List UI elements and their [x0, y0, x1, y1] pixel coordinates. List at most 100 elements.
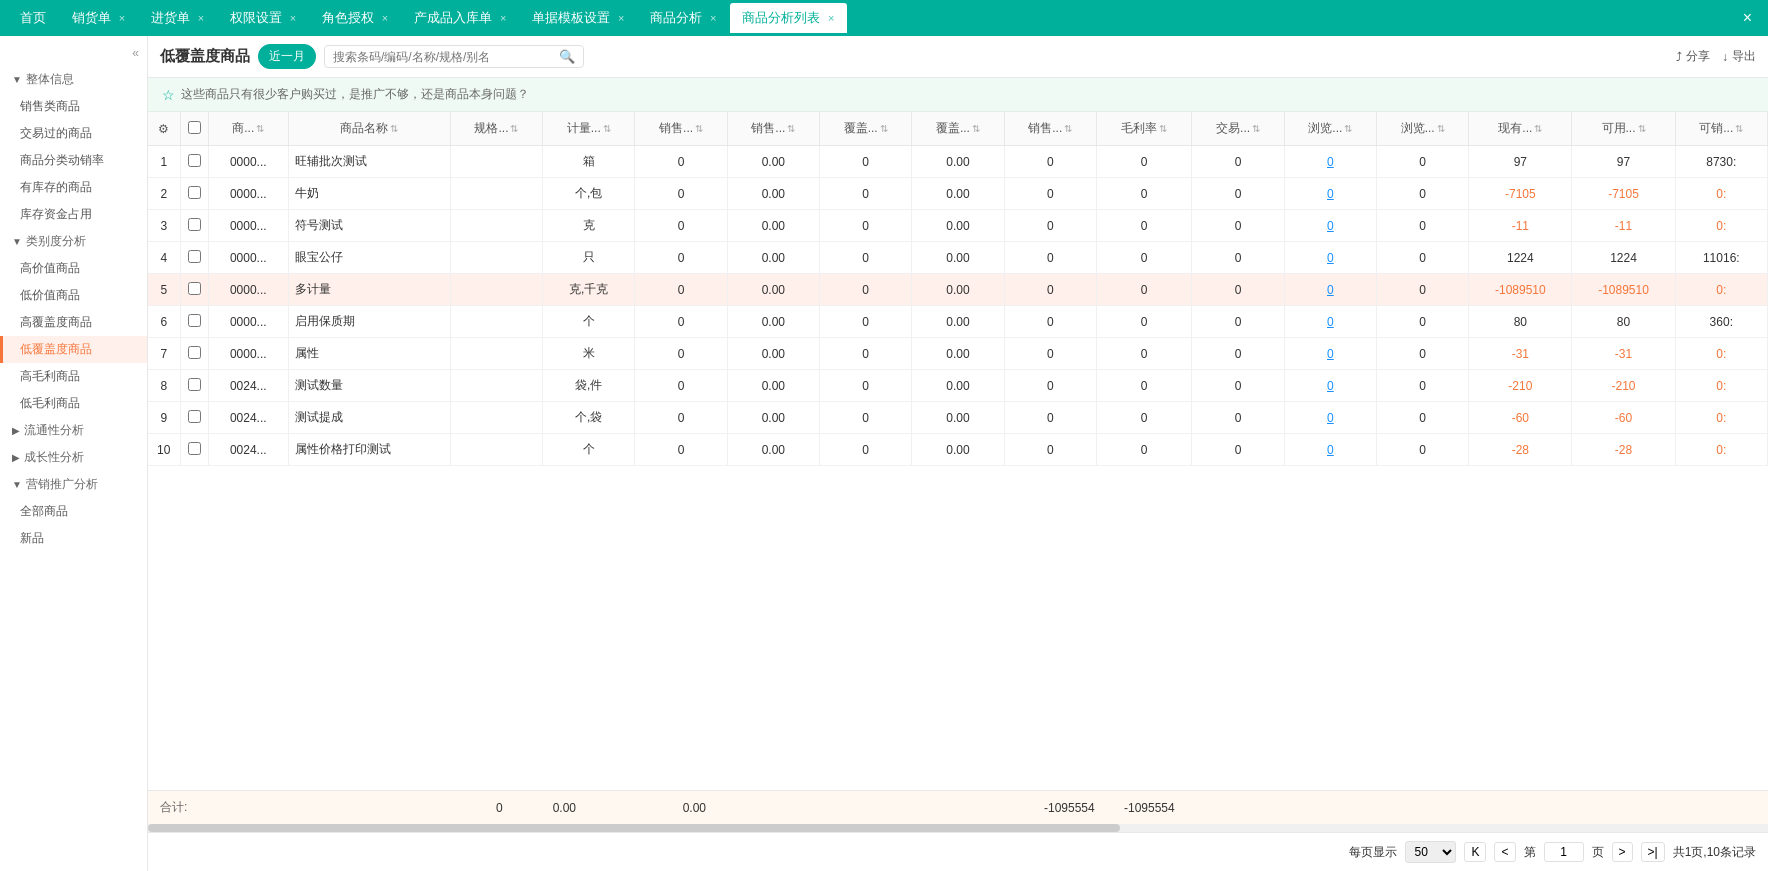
- sidebar-item-traded-goods[interactable]: 交易过的商品: [0, 120, 147, 147]
- sidebar-item-new-goods[interactable]: 新品: [0, 525, 147, 552]
- sidebar-item-category-rate[interactable]: 商品分类动销率: [0, 147, 147, 174]
- cell-saleable: 0:: [1675, 210, 1767, 242]
- sidebar-item-high-coverage[interactable]: 高覆盖度商品: [0, 309, 147, 336]
- cell-checkbox[interactable]: [180, 434, 208, 466]
- cell-browse1[interactable]: 0: [1284, 274, 1376, 306]
- sidebar-section-overall[interactable]: ▼ 整体信息: [0, 66, 147, 93]
- cell-available: -31: [1572, 338, 1675, 370]
- cell-browse1[interactable]: 0: [1284, 370, 1376, 402]
- close-role-icon[interactable]: ×: [382, 12, 388, 24]
- row-checkbox[interactable]: [188, 410, 201, 423]
- close-analysis-list-icon[interactable]: ×: [828, 12, 834, 24]
- share-button[interactable]: ⤴ 分享: [1676, 48, 1710, 65]
- header-actions: ⤴ 分享 ↓ 导出: [1676, 48, 1756, 65]
- cell-browse1[interactable]: 0: [1284, 178, 1376, 210]
- sidebar-item-high-margin[interactable]: 高毛利商品: [0, 363, 147, 390]
- cell-browse1[interactable]: 0: [1284, 402, 1376, 434]
- close-sales-icon[interactable]: ×: [119, 12, 125, 24]
- cell-checkbox[interactable]: [180, 178, 208, 210]
- nav-tab-product[interactable]: 产成品入库单 ×: [402, 3, 518, 33]
- nav-tab-analysis-list[interactable]: 商品分析列表 ×: [730, 3, 846, 33]
- nav-tab-role[interactable]: 角色授权 ×: [310, 3, 400, 33]
- col-checkbox[interactable]: [180, 112, 208, 146]
- nav-tab-sales[interactable]: 销货单 ×: [60, 3, 137, 33]
- filter-recent-month[interactable]: 近一月: [258, 44, 316, 69]
- sidebar-item-stock-goods[interactable]: 有库存的商品: [0, 174, 147, 201]
- sidebar-item-low-coverage[interactable]: 低覆盖度商品: [0, 336, 147, 363]
- horizontal-scrollbar[interactable]: [148, 824, 1768, 832]
- cell-browse1[interactable]: 0: [1284, 210, 1376, 242]
- cell-checkbox[interactable]: [180, 370, 208, 402]
- cell-browse1[interactable]: 0: [1284, 146, 1376, 178]
- prev-page-button[interactable]: <: [1494, 842, 1515, 862]
- cell-checkbox[interactable]: [180, 274, 208, 306]
- close-purchase-icon[interactable]: ×: [198, 12, 204, 24]
- row-checkbox[interactable]: [188, 154, 201, 167]
- row-checkbox[interactable]: [188, 186, 201, 199]
- cell-browse1[interactable]: 0: [1284, 338, 1376, 370]
- search-icon[interactable]: 🔍: [559, 49, 575, 64]
- select-all-checkbox[interactable]: [188, 121, 201, 134]
- cell-checkbox[interactable]: [180, 242, 208, 274]
- data-table: ⚙ 商...⇅ 商品名称⇅ 规格...⇅ 计量...⇅ 销售...⇅ 销售...…: [148, 112, 1768, 466]
- table-row: 4 0000... 眼宝公仔 只 0 0.00 0 0.00 0 0 0 0 0…: [148, 242, 1768, 274]
- nav-tab-home[interactable]: 首页: [8, 3, 58, 33]
- window-close-button[interactable]: ×: [1735, 9, 1760, 27]
- row-checkbox[interactable]: [188, 346, 201, 359]
- close-product-icon[interactable]: ×: [500, 12, 506, 24]
- nav-tab-analysis[interactable]: 商品分析 ×: [638, 3, 728, 33]
- cell-checkbox[interactable]: [180, 306, 208, 338]
- cell-trade: 0: [1192, 434, 1284, 466]
- col-browse1: 浏览...⇅: [1284, 112, 1376, 146]
- close-analysis-icon[interactable]: ×: [710, 12, 716, 24]
- nav-tab-permission[interactable]: 权限设置 ×: [218, 3, 308, 33]
- close-permission-icon[interactable]: ×: [290, 12, 296, 24]
- per-page-select[interactable]: 50 10 20 100: [1405, 841, 1456, 863]
- sidebar-collapse-button[interactable]: «: [0, 44, 147, 66]
- sidebar-item-sales-goods[interactable]: 销售类商品: [0, 93, 147, 120]
- scrollbar-thumb[interactable]: [148, 824, 1120, 832]
- row-checkbox[interactable]: [188, 442, 201, 455]
- cell-code: 0000...: [208, 210, 288, 242]
- row-checkbox[interactable]: [188, 250, 201, 263]
- first-page-button[interactable]: K: [1464, 842, 1486, 862]
- settings-icon[interactable]: ⚙: [158, 122, 169, 136]
- cell-browse1[interactable]: 0: [1284, 306, 1376, 338]
- table-container[interactable]: ⚙ 商...⇅ 商品名称⇅ 规格...⇅ 计量...⇅ 销售...⇅ 销售...…: [148, 112, 1768, 790]
- sidebar-section-marketing[interactable]: ▼ 营销推广分析: [0, 471, 147, 498]
- col-settings[interactable]: ⚙: [148, 112, 180, 146]
- cell-gross: 0: [1096, 146, 1192, 178]
- cell-name: 旺辅批次测试: [288, 146, 450, 178]
- cell-checkbox[interactable]: [180, 210, 208, 242]
- sidebar-section-category[interactable]: ▼ 类别度分析: [0, 228, 147, 255]
- sidebar-item-low-value[interactable]: 低价值商品: [0, 282, 147, 309]
- cell-sale-count: 0: [1004, 338, 1096, 370]
- row-checkbox[interactable]: [188, 282, 201, 295]
- cell-browse1[interactable]: 0: [1284, 434, 1376, 466]
- sidebar-section-flow[interactable]: ▶ 流通性分析: [0, 417, 147, 444]
- sidebar-item-high-value[interactable]: 高价值商品: [0, 255, 147, 282]
- close-template-icon[interactable]: ×: [618, 12, 624, 24]
- last-page-button[interactable]: >|: [1641, 842, 1665, 862]
- row-checkbox[interactable]: [188, 314, 201, 327]
- cell-cover2: 0.00: [912, 370, 1004, 402]
- cell-checkbox[interactable]: [180, 402, 208, 434]
- next-page-button[interactable]: >: [1612, 842, 1633, 862]
- table-row: 8 0024... 测试数量 袋,件 0 0.00 0 0.00 0 0 0 0…: [148, 370, 1768, 402]
- export-button[interactable]: ↓ 导出: [1722, 48, 1756, 65]
- sidebar-section-growth[interactable]: ▶ 成长性分析: [0, 444, 147, 471]
- sidebar-item-all-goods[interactable]: 全部商品: [0, 498, 147, 525]
- cell-browse1[interactable]: 0: [1284, 242, 1376, 274]
- row-checkbox[interactable]: [188, 378, 201, 391]
- cell-checkbox[interactable]: [180, 338, 208, 370]
- nav-tab-purchase[interactable]: 进货单 ×: [139, 3, 216, 33]
- cell-sale-qty: 0: [635, 274, 727, 306]
- sidebar-item-capital[interactable]: 库存资金占用: [0, 201, 147, 228]
- row-checkbox[interactable]: [188, 218, 201, 231]
- search-input[interactable]: [333, 50, 559, 64]
- cell-checkbox[interactable]: [180, 146, 208, 178]
- nav-tab-template[interactable]: 单据模板设置 ×: [520, 3, 636, 33]
- cell-sale-count: 0: [1004, 306, 1096, 338]
- sidebar-item-low-margin[interactable]: 低毛利商品: [0, 390, 147, 417]
- page-number-input[interactable]: [1544, 842, 1584, 862]
